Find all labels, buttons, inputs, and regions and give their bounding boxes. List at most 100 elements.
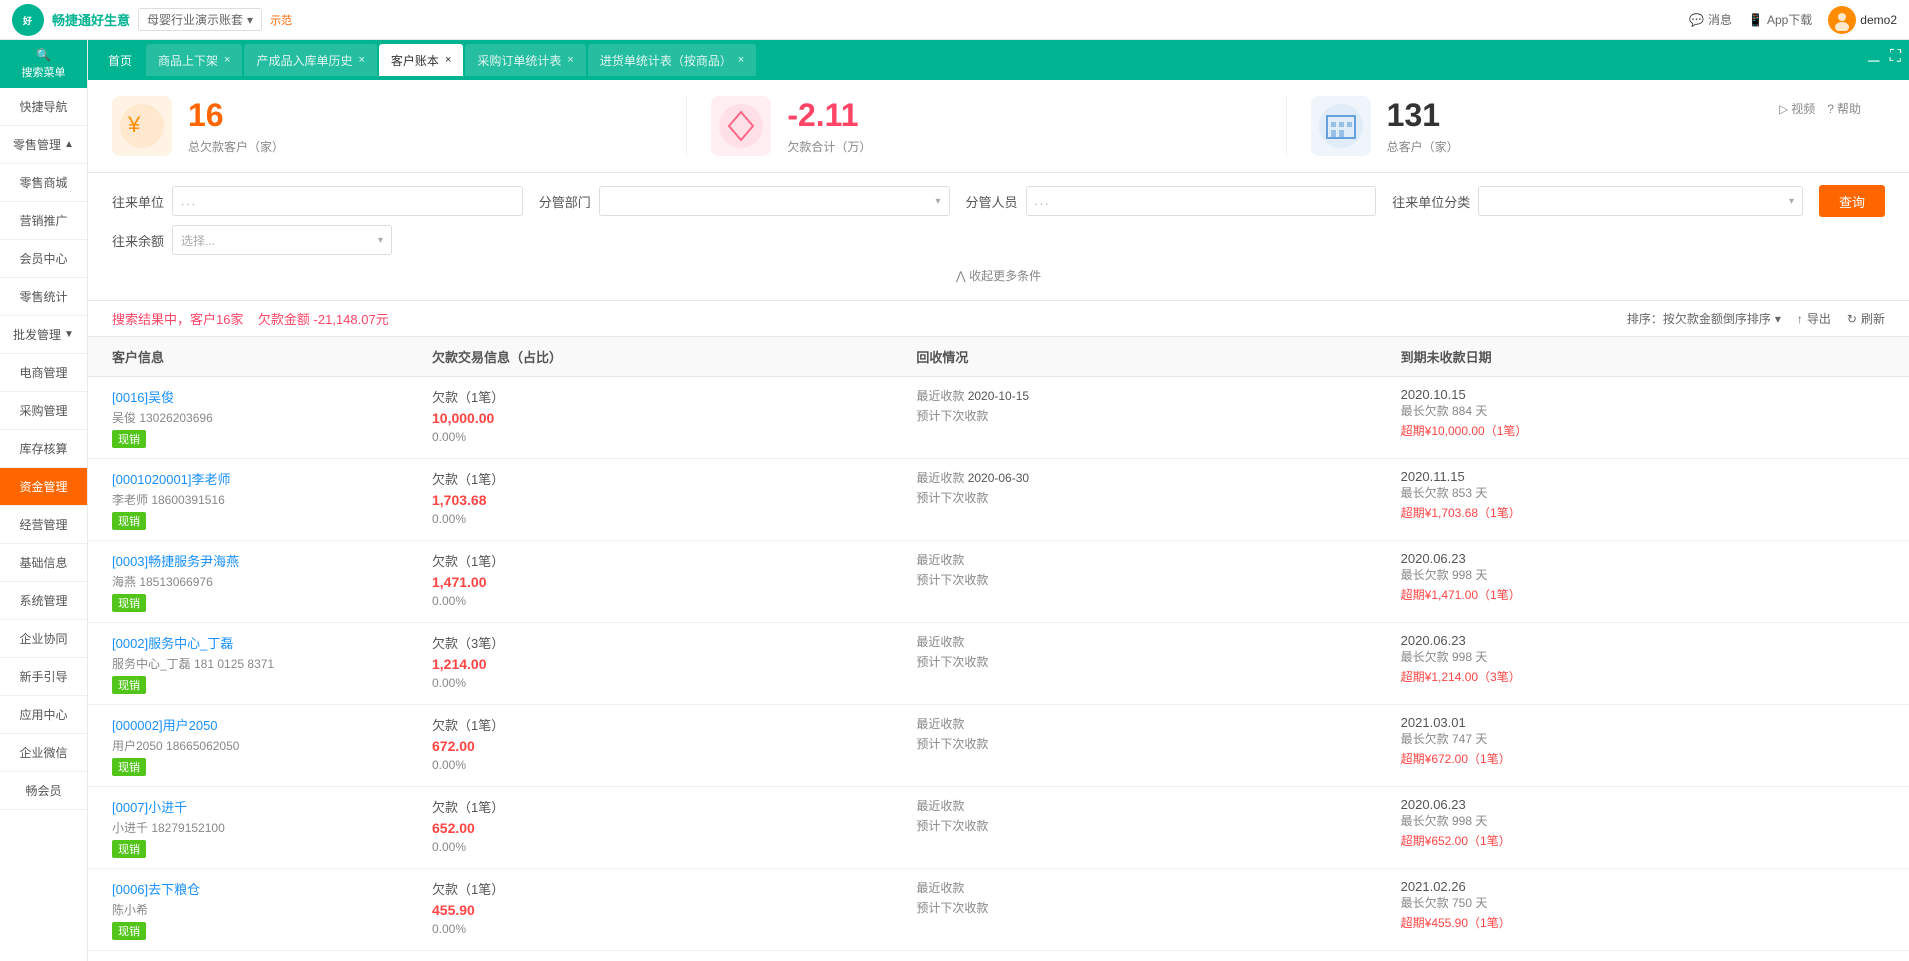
sidebar-item-retail-stats[interactable]: 零售统计 [0,278,87,316]
app-label: App下载 [1767,11,1812,28]
tab-bar: 首页 商品上下架 × 产成品入库单历史 × 客户账本 × 采购订单统计表 × 进… [88,40,1909,80]
due-date-4: 2021.03.01 [1401,715,1885,730]
tab-purchase-stats[interactable]: 进货单统计表（按商品） × [588,44,756,76]
sidebar-item-vip[interactable]: 畅会员 [0,772,87,810]
stat-label-3: 总客户（家） [1387,138,1459,155]
user-menu[interactable]: demo2 [1828,6,1897,34]
balance-select[interactable]: 选择... ▾ [172,225,392,255]
data-table: 客户信息 欠款交易信息（占比） 回收情况 到期未收款日期 [0016]吴俊 吴俊… [88,337,1909,961]
overdue-amount-3[interactable]: 超期¥1,214.00（3笔） [1401,668,1885,685]
return-info-0: 最近收款 2020-10-15 预计下次收款 [916,387,1400,424]
tab-close-icon-4[interactable]: × [567,54,573,66]
sidebar-search[interactable]: 🔍 搜索菜单 [0,40,87,88]
overdue-amount-1[interactable]: 超期¥1,703.68（1笔） [1401,504,1885,521]
category-select[interactable]: ▾ [1478,186,1803,216]
sidebar-item-enterprise[interactable]: 企业协同 [0,620,87,658]
customer-name-2[interactable]: [0003]畅捷服务尹海燕 [112,551,432,570]
sidebar-item-finance[interactable]: 资金管理 [0,468,87,506]
due-info-6: 2021.02.26 最长欠款 750 天 超期¥455.90（1笔） [1401,879,1885,931]
message-btn[interactable]: 💬 消息 [1689,11,1732,28]
table-row: [0016]吴俊 吴俊 13026203696 现销 欠款（1笔） 10,000… [88,377,1909,459]
sidebar-item-newbie[interactable]: 新手引导 [0,658,87,696]
tab-close-icon-5[interactable]: × [738,54,744,66]
table-row: [0007]小进千 小进千 18279152100 现销 欠款（1笔） 652.… [88,787,1909,869]
sidebar-item-retail-mgmt[interactable]: 零售管理 ▲ [0,126,87,164]
tab-customer-account[interactable]: 客户账本 × [379,44,463,76]
sidebar-item-batch-mgmt[interactable]: 批发管理 ▼ [0,316,87,354]
overdue-amount-0[interactable]: 超期¥10,000.00（1笔） [1401,422,1885,439]
debt-ratio-0: 0.00% [432,430,916,444]
table-row: [0002]服务中心_丁磊 服务中心_丁磊 181 0125 8371 现销 欠… [88,623,1909,705]
tab-minimize-btn[interactable]: － [1866,48,1882,72]
ecommerce-label: 电商管理 [19,364,67,381]
tab-home[interactable]: 首页 [96,44,144,76]
export-label: 导出 [1807,310,1831,327]
customer-name-3[interactable]: [0002]服务中心_丁磊 [112,633,432,652]
video-btn[interactable]: ▷ 视频 [1779,100,1815,117]
person-input[interactable]: ... [1026,186,1377,216]
operation-label: 经营管理 [19,516,67,533]
collapse-row[interactable]: ⋀ 收起更多条件 [112,263,1885,288]
sidebar-item-ecommerce[interactable]: 电商管理 [0,354,87,392]
debt-amount-5: 652.00 [432,820,916,836]
export-btn[interactable]: ↑ 导出 [1797,310,1831,327]
stat-info-2: -2.11 欠款合计（万） [787,97,871,155]
debt-info-5: 欠款（1笔） 652.00 0.00% [432,797,916,854]
tab-products-off[interactable]: 商品上下架 × [146,44,242,76]
balance-chevron-icon: ▾ [378,235,383,246]
filter-area: 往来单位 ... 分管部门 ▾ 分管人员 [88,173,1909,301]
filter-row-2: 往来余额 选择... ▾ [112,225,1885,255]
tab-close-icon[interactable]: × [224,54,230,66]
sidebar-item-system[interactable]: 系统管理 [0,582,87,620]
industry-selector[interactable]: 母婴行业演示账套 ▾ [138,8,262,31]
sidebar-item-retail-mall[interactable]: 零售商城 [0,164,87,202]
top-header: 好 畅捷通好生意 母婴行业演示账套 ▾ 示范 💬 消息 📱 App下载 demo… [0,0,1909,40]
debt-ratio-3: 0.00% [432,676,916,690]
username-label: demo2 [1860,13,1897,27]
debt-count-0: 欠款（1笔） [432,387,916,406]
customer-name-1[interactable]: [0001020001]李老师 [112,469,432,488]
table-row: [0006]去下粮仓 陈小希 现销 欠款（1笔） 455.90 0.00% 最近… [88,869,1909,951]
tab-close-icon-2[interactable]: × [358,54,364,66]
app-download-btn[interactable]: 📱 App下载 [1748,11,1812,28]
tab-purchase-order[interactable]: 采购订单统计表 × [465,44,585,76]
sidebar-item-weixin[interactable]: 企业微信 [0,734,87,772]
customer-name-5[interactable]: [0007]小进千 [112,797,432,816]
customer-tag-4: 现销 [112,758,146,776]
tab-maximize-btn[interactable]: ⛶ [1890,48,1901,72]
overdue-amount-6[interactable]: 超期¥455.90（1笔） [1401,914,1885,931]
overdue-days-3: 最长欠款 998 天 [1401,648,1885,665]
sidebar-item-marketing[interactable]: 营销推广 [0,202,87,240]
overdue-amount-4[interactable]: 超期¥672.00（1笔） [1401,750,1885,767]
search-button[interactable]: 查询 [1819,185,1885,217]
debt-count-4: 欠款（1笔） [432,715,916,734]
enterprise-label: 企业协同 [19,630,67,647]
debt-ratio-6: 0.00% [432,922,916,936]
sort-selector[interactable]: 排序：按欠款金额倒序排序 ▾ [1627,310,1781,327]
search-menu-label: 搜索菜单 [8,64,79,80]
customer-phone-3: 服务中心_丁磊 181 0125 8371 [112,655,432,672]
tab-product-history[interactable]: 产成品入库单历史 × [244,44,376,76]
customer-name-4[interactable]: [000002]用户2050 [112,715,432,734]
sidebar-item-operation[interactable]: 经营管理 [0,506,87,544]
filter-vendor: 往来单位 ... [112,186,523,216]
sidebar-item-quick-nav[interactable]: 快捷导航 [0,88,87,126]
customer-name-0[interactable]: [0016]吴俊 [112,387,432,406]
sidebar-item-app-center[interactable]: 应用中心 [0,696,87,734]
sidebar-item-purchase[interactable]: 采购管理 [0,392,87,430]
sidebar-item-inventory[interactable]: 库存核算 [0,430,87,468]
recent-payment-4: 最近收款 [916,715,1400,732]
refresh-btn[interactable]: ↻ 刷新 [1847,310,1885,327]
customer-name-6[interactable]: [0006]去下粮仓 [112,879,432,898]
debt-amount-4: 672.00 [432,738,916,754]
nav-label: 示范 [270,12,292,28]
help-btn[interactable]: ? 帮助 [1827,100,1861,117]
dept-select[interactable]: ▾ [599,186,950,216]
vendor-input[interactable]: ... [172,186,523,216]
sidebar-item-member[interactable]: 会员中心 [0,240,87,278]
svg-text:好: 好 [22,15,32,26]
overdue-amount-2[interactable]: 超期¥1,471.00（1笔） [1401,586,1885,603]
overdue-amount-5[interactable]: 超期¥652.00（1笔） [1401,832,1885,849]
tab-close-icon-3[interactable]: × [445,54,451,66]
sidebar-item-basic-info[interactable]: 基础信息 [0,544,87,582]
